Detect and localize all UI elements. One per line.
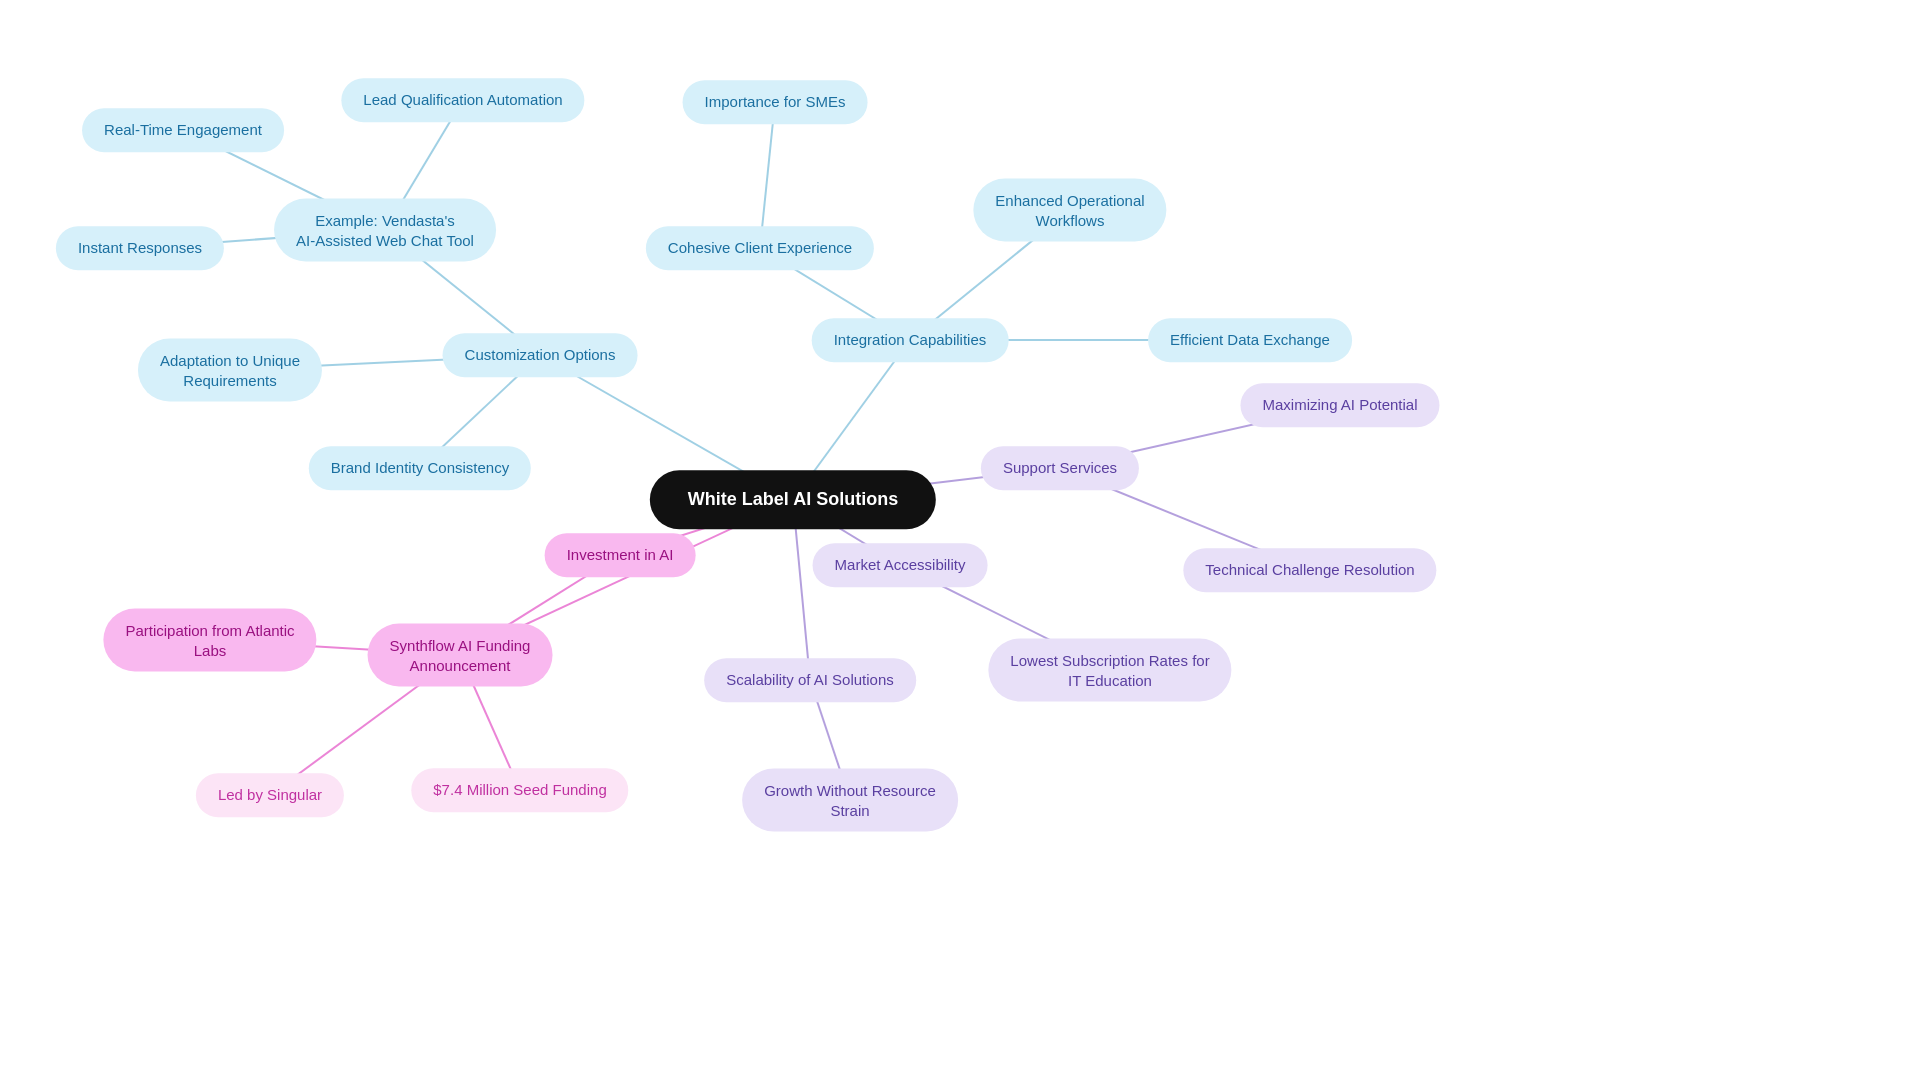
node-label-enhancedOperational: Enhanced Operational Workflows xyxy=(995,191,1144,230)
node-label-importanceSMEs: Importance for SMEs xyxy=(705,92,846,112)
node-label-leadQualification: Lead Qualification Automation xyxy=(363,90,562,110)
node-importanceSMEs: Importance for SMEs xyxy=(683,80,868,124)
node-investmentAI: Investment in AI xyxy=(545,533,696,577)
node-label-realTimeEngagement: Real-Time Engagement xyxy=(104,120,262,140)
node-technicalChallenge: Technical Challenge Resolution xyxy=(1183,548,1436,592)
node-label-adaptationUnique: Adaptation to Unique Requirements xyxy=(160,351,300,390)
node-label-integrationCapabilities: Integration Capabilities xyxy=(834,330,987,350)
node-enhancedOperational: Enhanced Operational Workflows xyxy=(973,179,1166,242)
node-label-cohesiveClient: Cohesive Client Experience xyxy=(668,238,852,258)
node-brandIdentity: Brand Identity Consistency xyxy=(309,446,531,490)
node-label-supportServices: Support Services xyxy=(1003,458,1117,478)
node-label-participationAtlantic: Participation from Atlantic Labs xyxy=(125,621,294,660)
node-label-growthWithout: Growth Without Resource Strain xyxy=(764,781,936,820)
node-label-ledBySingular: Led by Singular xyxy=(218,785,322,805)
node-label-instantResponses: Instant Responses xyxy=(78,238,202,258)
node-seedFunding: $7.4 Million Seed Funding xyxy=(411,768,628,812)
node-label-marketAccessibility: Market Accessibility xyxy=(835,555,966,575)
node-label-efficientData: Efficient Data Exchange xyxy=(1170,330,1330,350)
node-label-seedFunding: $7.4 Million Seed Funding xyxy=(433,780,606,800)
node-leadQualification: Lead Qualification Automation xyxy=(341,78,584,122)
node-instantResponses: Instant Responses xyxy=(56,226,224,270)
node-adaptationUnique: Adaptation to Unique Requirements xyxy=(138,339,322,402)
node-synthflowFunding: Synthflow AI Funding Announcement xyxy=(368,624,553,687)
node-label-synthflowFunding: Synthflow AI Funding Announcement xyxy=(390,636,531,675)
node-realTimeEngagement: Real-Time Engagement xyxy=(82,108,284,152)
node-ledBySingular: Led by Singular xyxy=(196,773,344,817)
node-efficientData: Efficient Data Exchange xyxy=(1148,318,1352,362)
node-maximizingAI: Maximizing AI Potential xyxy=(1240,383,1439,427)
node-center: White Label AI Solutions xyxy=(650,470,936,529)
node-label-exampleVendasta: Example: Vendasta's AI-Assisted Web Chat… xyxy=(296,211,474,250)
node-label-technicalChallenge: Technical Challenge Resolution xyxy=(1205,560,1414,580)
node-customizationOptions: Customization Options xyxy=(443,333,638,377)
connections-svg xyxy=(0,0,1920,1083)
node-label-investmentAI: Investment in AI xyxy=(567,545,674,565)
mind-map: White Label AI Solutions Real-Time Engage… xyxy=(0,0,1920,1083)
node-label-brandIdentity: Brand Identity Consistency xyxy=(331,458,509,478)
node-cohesiveClient: Cohesive Client Experience xyxy=(646,226,874,270)
node-growthWithout: Growth Without Resource Strain xyxy=(742,769,958,832)
node-label-maximizingAI: Maximizing AI Potential xyxy=(1262,395,1417,415)
node-marketAccessibility: Market Accessibility xyxy=(813,543,988,587)
node-exampleVendasta: Example: Vendasta's AI-Assisted Web Chat… xyxy=(274,199,496,262)
node-lowestSubscription: Lowest Subscription Rates for IT Educati… xyxy=(988,639,1231,702)
node-integrationCapabilities: Integration Capabilities xyxy=(812,318,1009,362)
node-scalabilityAI: Scalability of AI Solutions xyxy=(704,658,916,702)
node-label-customizationOptions: Customization Options xyxy=(465,345,616,365)
node-label-lowestSubscription: Lowest Subscription Rates for IT Educati… xyxy=(1010,651,1209,690)
node-label-scalabilityAI: Scalability of AI Solutions xyxy=(726,670,894,690)
node-supportServices: Support Services xyxy=(981,446,1139,490)
node-participationAtlantic: Participation from Atlantic Labs xyxy=(103,609,316,672)
node-label-center: White Label AI Solutions xyxy=(688,488,898,511)
